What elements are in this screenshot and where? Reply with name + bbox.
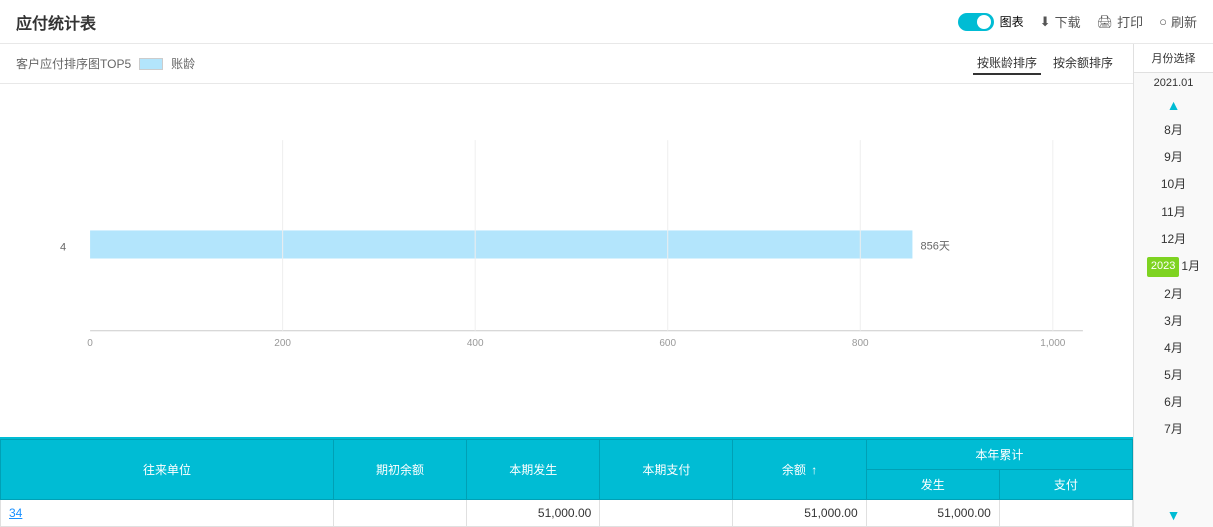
month-label: 4月 [1164, 341, 1183, 355]
cell-benqi-zhifu [600, 500, 733, 527]
chart-bar [90, 230, 912, 258]
month-list: 8月 9月 10月 11月 12月 20231月 2月 3月 4月 5月 6月 7月 [1134, 117, 1213, 503]
month-item[interactable]: 2月 [1134, 281, 1213, 308]
cell-yue: 51,000.00 [733, 500, 866, 527]
chart-sort-buttons: 按账龄排序 按余额排序 [973, 52, 1117, 75]
sidebar-current-display: 2021.01 [1134, 73, 1213, 93]
sidebar-scroll-up-button[interactable]: ▲ [1134, 93, 1213, 117]
month-label: 2月 [1164, 287, 1183, 301]
download-button[interactable]: ⬇ 下载 [1040, 12, 1081, 31]
table-container: 往来单位 期初余额 本期发生 本期支付 余额 ↑ 本年累计 [0, 439, 1133, 527]
download-icon: ⬇ [1040, 14, 1051, 30]
print-button[interactable]: 🖨 打印 [1097, 12, 1144, 31]
right-sidebar: 月份选择 2021.01 ▲ 8月 9月 10月 11月 12月 20231月 2月 3月 4月… [1133, 44, 1213, 527]
legend-title: 客户应付排序图TOP5 [16, 55, 131, 72]
refresh-button[interactable]: ○ 刷新 [1159, 12, 1197, 31]
svg-text:600: 600 [659, 338, 676, 349]
svg-text:400: 400 [467, 338, 484, 349]
month-item[interactable]: 6月 [1134, 389, 1213, 416]
th-qichu: 期初余额 [333, 440, 466, 500]
page-title: 应付统计表 [16, 10, 96, 34]
sort-by-amount-button[interactable]: 按账龄排序 [973, 52, 1041, 75]
month-label: 5月 [1164, 368, 1183, 382]
cell-bennian-zhifu [999, 500, 1132, 527]
table-header-row-1: 往来单位 期初余额 本期发生 本期支付 余额 ↑ 本年累计 [1, 440, 1133, 470]
cell-benqi-fasheng: 51,000.00 [467, 500, 600, 527]
th-benqi-zhifu: 本期支付 [600, 440, 733, 500]
month-label: 3月 [1164, 314, 1183, 328]
th-laiwai: 往来单位 [1, 440, 334, 500]
month-item[interactable]: 4月 [1134, 335, 1213, 362]
month-item[interactable]: 11月 [1134, 199, 1213, 226]
chart-toggle-label: 图表 [1000, 13, 1024, 30]
month-item[interactable]: 12月 [1134, 226, 1213, 253]
month-label: 11月 [1161, 205, 1185, 219]
table-row: 34 51,000.00 51,000.00 51,000.00 [1, 500, 1133, 527]
month-item[interactable]: 7月 [1134, 416, 1213, 443]
month-label: 1月 [1181, 257, 1200, 276]
print-icon: 🖨 [1097, 14, 1114, 30]
laiwai-link[interactable]: 34 [9, 506, 22, 520]
month-item[interactable]: 8月 [1134, 117, 1213, 144]
month-label: 7月 [1164, 422, 1183, 436]
sort-by-balance-button[interactable]: 按余额排序 [1049, 52, 1117, 75]
header-actions: 图表 ⬇ 下载 🖨 打印 ○ 刷新 [958, 12, 1197, 31]
year-badge: 2023 [1147, 257, 1179, 277]
month-label: 8月 [1164, 123, 1183, 137]
th-yue: 余额 ↑ [733, 440, 866, 500]
th-bennian: 本年累计 [866, 440, 1132, 470]
month-label: 9月 [1164, 150, 1183, 164]
chart-toggle[interactable] [958, 13, 994, 31]
table-body: 34 51,000.00 51,000.00 51,000.00 [1, 500, 1133, 527]
th-bennian-zhifu: 支付 [999, 470, 1132, 500]
chart-svg: 34 856天 0 200 400 600 800 1,000 [60, 94, 1113, 407]
y-axis-label: 34 [60, 242, 66, 254]
month-item[interactable]: 9月 [1134, 144, 1213, 171]
cell-qichu [333, 500, 466, 527]
summary-table: 往来单位 期初余额 本期发生 本期支付 余额 ↑ 本年累计 [0, 439, 1133, 527]
month-item[interactable]: 3月 [1134, 308, 1213, 335]
main-content: 客户应付排序图TOP5 账龄 按账龄排序 按余额排序 34 856天 [0, 44, 1213, 527]
month-item[interactable]: 20231月 [1134, 253, 1213, 281]
svg-text:200: 200 [274, 338, 291, 349]
month-item[interactable]: 10月 [1134, 171, 1213, 198]
month-label: 10月 [1161, 177, 1186, 191]
legend-box [139, 58, 163, 70]
table-section: 往来单位 期初余额 本期发生 本期支付 余额 ↑ 本年累计 [0, 437, 1133, 527]
cell-bennian-fasheng: 51,000.00 [866, 500, 999, 527]
chart-section: 客户应付排序图TOP5 账龄 按账龄排序 按余额排序 34 856天 [0, 44, 1133, 527]
refresh-icon: ○ [1159, 14, 1167, 29]
page-container: 应付统计表 图表 ⬇ 下载 🖨 打印 ○ 刷新 [0, 0, 1213, 527]
chart-legend: 客户应付排序图TOP5 账龄 [16, 55, 195, 72]
svg-text:0: 0 [87, 338, 93, 349]
sidebar-scroll-down-button[interactable]: ▼ [1134, 503, 1213, 527]
th-benqi-fasheng: 本期发生 [467, 440, 600, 500]
header: 应付统计表 图表 ⬇ 下载 🖨 打印 ○ 刷新 [0, 0, 1213, 44]
chart-area: 34 856天 0 200 400 600 800 1,000 [0, 84, 1133, 437]
month-label: 6月 [1164, 395, 1183, 409]
legend-label: 账龄 [171, 55, 195, 72]
th-bennian-fasheng: 发生 [866, 470, 999, 500]
svg-text:800: 800 [852, 338, 869, 349]
svg-text:1,000: 1,000 [1040, 338, 1065, 349]
chart-toggle-wrap: 图表 [958, 13, 1024, 31]
bar-end-label: 856天 [920, 240, 949, 252]
month-label: 12月 [1161, 232, 1186, 246]
chart-topbar: 客户应付排序图TOP5 账龄 按账龄排序 按余额排序 [0, 44, 1133, 84]
month-item[interactable]: 5月 [1134, 362, 1213, 389]
cell-laiwai: 34 [1, 500, 334, 527]
sidebar-title: 月份选择 [1134, 44, 1213, 73]
yue-sort-icon[interactable]: ↑ [811, 463, 817, 477]
